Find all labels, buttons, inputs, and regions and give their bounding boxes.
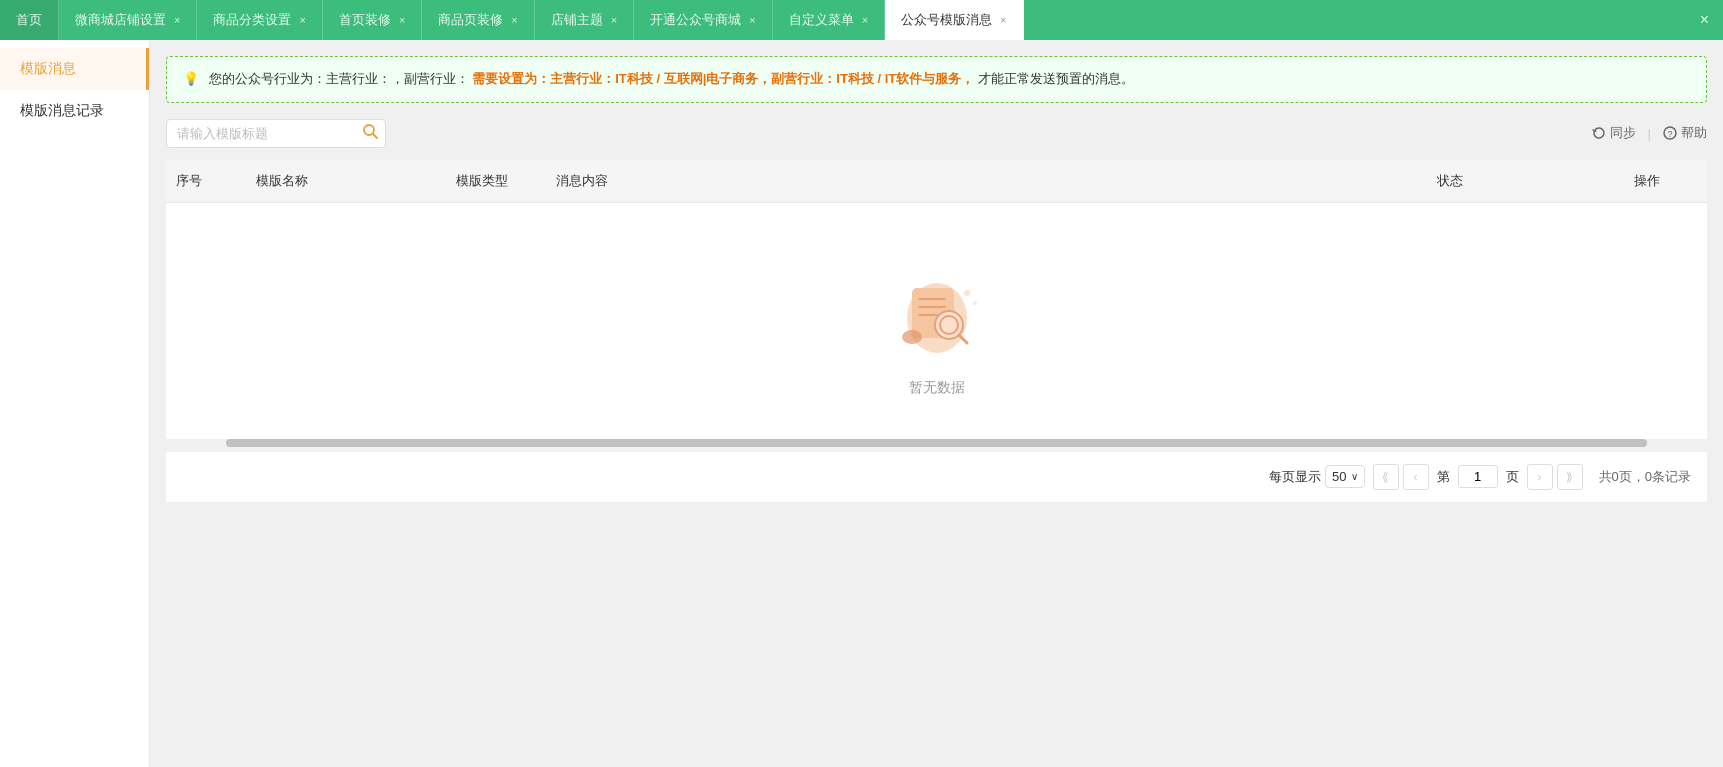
notice-text1: 您的公众号行业为：主营行业：，副营行业： [209, 71, 469, 86]
svg-point-14 [973, 301, 977, 305]
nav-home-decor-close[interactable]: × [399, 15, 405, 26]
sync-label: 同步 [1610, 124, 1636, 142]
per-page-label: 每页显示 [1269, 468, 1321, 486]
nav-close-all-button[interactable]: × [1686, 0, 1723, 40]
top-nav: 首页 微商城店铺设置 × 商品分类设置 × 首页装修 × 商品页装修 × 店铺主… [0, 0, 1723, 40]
nav-home-label: 首页 [16, 11, 42, 29]
help-icon: ? [1663, 126, 1677, 140]
main-layout: 模版消息 模版消息记录 💡 您的公众号行业为：主营行业：，副营行业： 需要设置为… [0, 40, 1723, 767]
nav-product-decor-close[interactable]: × [511, 15, 517, 26]
svg-point-6 [902, 330, 922, 344]
empty-state: 暂无数据 [166, 203, 1707, 437]
sidebar-item-template-record-label: 模版消息记录 [20, 102, 104, 118]
divider: | [1648, 126, 1651, 141]
page-next-button[interactable]: › [1527, 464, 1553, 490]
nav-open-mall[interactable]: 开通公众号商城 × [634, 0, 772, 40]
page-unit: 页 [1506, 468, 1519, 486]
nav-shop-theme-label: 店铺主题 [551, 11, 603, 29]
nav-shop-settings-close[interactable]: × [174, 15, 180, 26]
nav-shop-settings-label: 微商城店铺设置 [75, 11, 166, 29]
content-area: 💡 您的公众号行业为：主营行业：，副营行业： 需要设置为：主营行业：IT科技 /… [150, 40, 1723, 767]
empty-illustration [887, 263, 987, 363]
toolbar-right: 同步 | ? 帮助 [1592, 124, 1707, 142]
search-icon [363, 124, 378, 139]
nav-shop-theme[interactable]: 店铺主题 × [535, 0, 634, 40]
page-number-input[interactable] [1458, 465, 1498, 488]
nav-template-msg-label: 公众号模版消息 [901, 11, 992, 29]
sync-icon [1592, 126, 1606, 140]
nav-home-decor-label: 首页装修 [339, 11, 391, 29]
page-first-button[interactable]: ⟪ [1373, 464, 1399, 490]
data-table: 序号 模版名称 模版类型 消息内容 状态 操作 [166, 160, 1707, 502]
search-bar: 同步 | ? 帮助 [166, 119, 1707, 148]
nav-home[interactable]: 首页 [0, 0, 59, 40]
scroll-thumb[interactable] [226, 439, 1647, 447]
nav-custom-menu-label: 自定义菜单 [789, 11, 854, 29]
per-page-value: 50 [1332, 469, 1346, 484]
nav-template-msg-close[interactable]: × [1000, 15, 1006, 26]
th-status: 状态 [1427, 160, 1587, 202]
search-button[interactable] [363, 124, 378, 142]
help-label: 帮助 [1681, 124, 1707, 142]
notice-highlight: 需要设置为：主营行业：IT科技 / 互联网|电子商务，副营行业：IT科技 / I… [472, 71, 974, 86]
svg-line-1 [373, 134, 377, 138]
notice-text3: 才能正常发送预置的消息。 [978, 71, 1134, 86]
nav-open-mall-close[interactable]: × [749, 15, 755, 26]
svg-text:?: ? [1667, 129, 1672, 139]
search-input-wrap [166, 119, 386, 148]
sidebar-item-template-record[interactable]: 模版消息记录 [0, 90, 149, 132]
help-button[interactable]: ? 帮助 [1663, 124, 1707, 142]
sidebar-item-template-msg[interactable]: 模版消息 [0, 48, 149, 90]
search-input[interactable] [166, 119, 386, 148]
sidebar: 模版消息 模版消息记录 [0, 40, 150, 767]
pagination: 每页显示 50 ∨ ⟪ ‹ 第 页 › ⟫ 共0页，0条记录 [166, 451, 1707, 502]
nav-category-close[interactable]: × [299, 15, 305, 26]
nav-product-decor[interactable]: 商品页装修 × [422, 0, 534, 40]
nav-shop-settings[interactable]: 微商城店铺设置 × [59, 0, 197, 40]
nav-product-decor-label: 商品页装修 [438, 11, 503, 29]
page-prev-button[interactable]: ‹ [1403, 464, 1429, 490]
nav-category-settings[interactable]: 商品分类设置 × [197, 0, 322, 40]
chevron-down-icon: ∨ [1351, 471, 1358, 482]
page-nav: ⟪ ‹ 第 页 › ⟫ [1373, 464, 1583, 490]
nav-template-msg[interactable]: 公众号模版消息 × [885, 0, 1023, 40]
th-op: 操作 [1587, 160, 1707, 202]
table-header: 序号 模版名称 模版类型 消息内容 状态 操作 [166, 160, 1707, 203]
page-last-button[interactable]: ⟫ [1557, 464, 1583, 490]
th-content: 消息内容 [546, 160, 1427, 202]
notice-icon: 💡 [183, 71, 199, 86]
nav-custom-menu-close[interactable]: × [862, 15, 868, 26]
svg-point-13 [964, 290, 970, 296]
page-size-select: 每页显示 50 ∨ [1269, 465, 1364, 488]
empty-text: 暂无数据 [909, 379, 965, 397]
per-page-dropdown[interactable]: 50 ∨ [1325, 465, 1364, 488]
sync-button[interactable]: 同步 [1592, 124, 1636, 142]
nav-home-decor[interactable]: 首页装修 × [323, 0, 422, 40]
page-label: 第 [1437, 468, 1450, 486]
total-info: 共0页，0条记录 [1599, 468, 1691, 486]
th-name: 模版名称 [246, 160, 446, 202]
th-type: 模版类型 [446, 160, 546, 202]
nav-custom-menu[interactable]: 自定义菜单 × [773, 0, 885, 40]
sidebar-item-template-msg-label: 模版消息 [20, 60, 76, 76]
nav-category-settings-label: 商品分类设置 [213, 11, 291, 29]
notice-box: 💡 您的公众号行业为：主营行业：，副营行业： 需要设置为：主营行业：IT科技 /… [166, 56, 1707, 103]
th-seq: 序号 [166, 160, 246, 202]
nav-open-mall-label: 开通公众号商城 [650, 11, 741, 29]
scroll-track[interactable] [166, 439, 1707, 451]
nav-shop-theme-close[interactable]: × [611, 15, 617, 26]
